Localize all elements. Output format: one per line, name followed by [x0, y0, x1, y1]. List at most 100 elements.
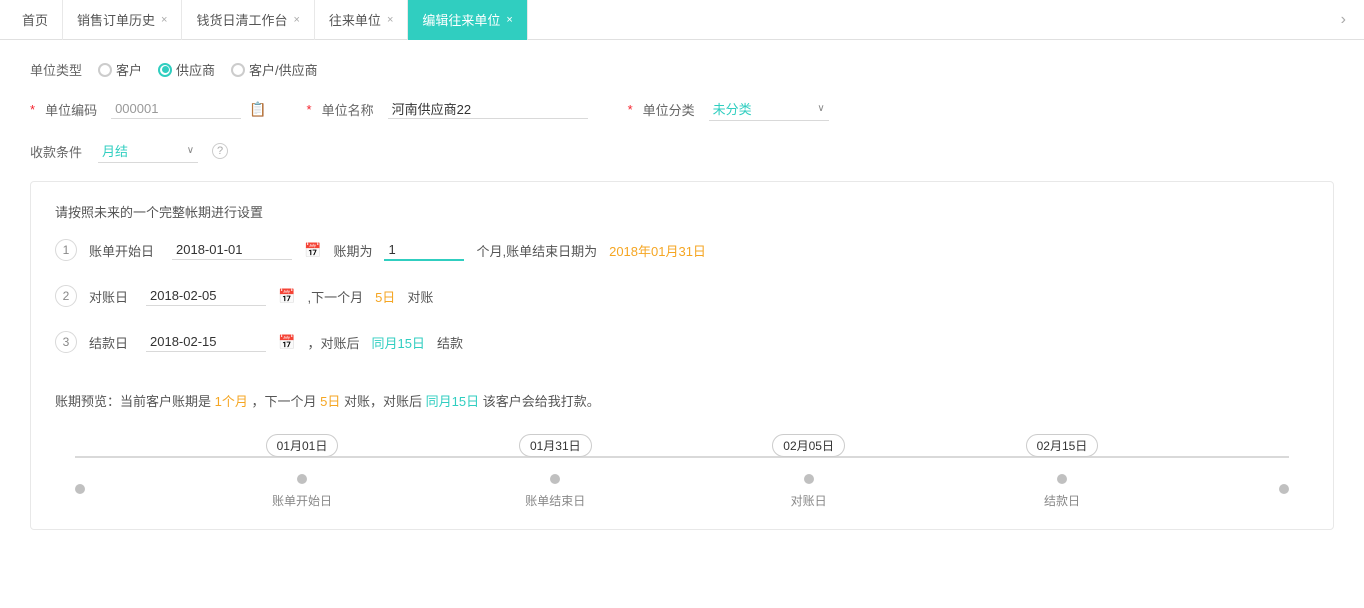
preview-section: 账期预览：当前客户账期是 1个月 ，下一个月 5日 对账，对账后 同月15日 该… — [55, 377, 1309, 509]
step-3-row: 3 结款日 📅 ，对账后 同月15日 结款 — [55, 331, 1309, 353]
radio-customer-circle — [98, 63, 112, 77]
unit-category-value: 未分类 — [713, 99, 814, 118]
preview-part2: 5日 — [320, 394, 340, 409]
unit-name-field: * 单位名称 — [307, 99, 588, 119]
unit-code-label: 单位编码 — [45, 100, 97, 119]
tab-home[interactable]: 首页 — [8, 0, 63, 40]
unit-code-copy-icon[interactable]: 📋 — [249, 101, 266, 118]
step-3-suffix-post: 结款 — [437, 333, 463, 352]
timeline-node-4-label: 结款日 — [1044, 492, 1080, 509]
step-1-period-label: 账期为 — [333, 241, 372, 260]
tab-sales-order-history[interactable]: 销售订单历史 × — [63, 0, 182, 40]
tab-close-partner-units[interactable]: × — [387, 14, 393, 26]
timeline-node-3-dot — [804, 474, 814, 484]
unit-name-required-star: * — [307, 102, 312, 117]
step-2-calendar-icon[interactable]: 📅 — [278, 288, 295, 305]
step-1-date-input[interactable] — [172, 240, 292, 260]
preview-part3: 同月15日 — [426, 394, 479, 409]
timeline-node-3-date: 02月05日 — [772, 434, 845, 457]
step-2-suffix-pre: ,下一个月 — [307, 287, 363, 306]
radio-customer-label: 客户 — [116, 60, 142, 79]
step-1-period-input[interactable] — [384, 240, 464, 261]
step-1-period-end: 2018年01月31日 — [609, 241, 706, 260]
preview-suffix: 该客户会给我打款。 — [483, 394, 600, 409]
step-2-date-input[interactable] — [146, 286, 266, 306]
step-3-suffix-highlight: 同月15日 — [371, 333, 424, 352]
radio-customer-supplier[interactable]: 客户/供应商 — [231, 60, 318, 79]
radio-customer-supplier-label: 客户/供应商 — [249, 60, 318, 79]
tab-edit-partner[interactable]: 编辑往来单位 × — [408, 0, 527, 40]
step-1-number: 1 — [55, 239, 77, 261]
timeline-nodes: 01月01日 账单开始日 01月31日 账单结束日 02月05日 — [75, 434, 1289, 509]
preview-text: 账期预览：当前客户账期是 1个月 ，下一个月 5日 对账，对账后 同月15日 该… — [55, 391, 1309, 410]
billing-panel: 请按照未来的一个完整帐期进行设置 1 账单开始日 📅 账期为 个月,账单结束日期… — [30, 181, 1334, 530]
step-3-date-input[interactable] — [146, 332, 266, 352]
timeline-node-1-dot — [297, 474, 307, 484]
step-3-calendar-icon[interactable]: 📅 — [278, 334, 295, 351]
step-2-suffix-highlight: 5日 — [375, 287, 395, 306]
radio-supplier[interactable]: 供应商 — [158, 60, 215, 79]
tab-cash-reconciliation[interactable]: 钱货日清工作台 × — [182, 0, 314, 40]
timeline-node-4-dot — [1057, 474, 1067, 484]
unit-name-input[interactable] — [388, 99, 588, 119]
tab-close-cash-reconciliation[interactable]: × — [293, 14, 299, 26]
preview-connector1: ，下一个月 — [252, 394, 317, 409]
tab-partner-units[interactable]: 往来单位 × — [315, 0, 408, 40]
step-2-number: 2 — [55, 285, 77, 307]
tab-close-sales-order-history[interactable]: × — [161, 14, 167, 26]
preview-connector2: 对账，对账后 — [344, 394, 422, 409]
unit-code-field: * 单位编码 📋 — [30, 99, 267, 119]
radio-supplier-circle — [158, 63, 172, 77]
step-1-period-unit: 个月,账单结束日期为 — [476, 241, 597, 260]
timeline-node-2: 01月31日 账单结束日 — [519, 434, 592, 509]
timeline-node-4: 02月15日 结款日 — [1026, 434, 1099, 509]
unit-type-label: 单位类型 — [30, 60, 82, 79]
timeline-node-2-dot — [550, 474, 560, 484]
timeline-node-1-label: 账单开始日 — [272, 492, 332, 509]
timeline-node-2-label: 账单结束日 — [525, 492, 585, 509]
unit-name-label: 单位名称 — [322, 100, 374, 119]
panel-hint: 请按照未来的一个完整帐期进行设置 — [55, 202, 1309, 221]
unit-category-chevron-icon: ∨ — [817, 103, 824, 114]
tabs-expand-button[interactable]: › — [1331, 11, 1356, 29]
preview-part1: 1个月 — [215, 394, 248, 409]
unit-category-select[interactable]: 未分类 ∨ — [709, 97, 829, 121]
payment-terms-chevron-icon: ∨ — [187, 145, 194, 156]
radio-customer[interactable]: 客户 — [98, 60, 142, 79]
step-2-row: 2 对账日 📅 ,下一个月 5日 对账 — [55, 285, 1309, 307]
payment-terms-value: 月结 — [102, 141, 183, 160]
preview-prefix: 账期预览：当前客户账期是 — [55, 394, 211, 409]
unit-code-required-star: * — [30, 102, 35, 117]
step-3-suffix-pre: ，对账后 — [307, 333, 359, 352]
step-3-label: 结款日 — [89, 333, 128, 352]
payment-terms-help-icon[interactable]: ? — [212, 143, 228, 159]
unit-category-required-star: * — [628, 102, 633, 117]
unit-info-row: * 单位编码 📋 * 单位名称 * 单位分类 未分类 ∨ — [30, 97, 1334, 121]
payment-terms-label: 收款条件 — [30, 142, 82, 161]
timeline-node-1: 01月01日 账单开始日 — [266, 434, 339, 509]
step-2-label: 对账日 — [89, 287, 128, 306]
unit-type-radio-group: 客户 供应商 客户/供应商 — [98, 60, 318, 79]
timeline-node-1-date: 01月01日 — [266, 434, 339, 457]
unit-category-label: 单位分类 — [643, 100, 695, 119]
timeline-start-dot — [75, 484, 85, 494]
step-1-calendar-icon[interactable]: 📅 — [304, 242, 321, 259]
tabs-bar: 首页 销售订单历史 × 钱货日清工作台 × 往来单位 × 编辑往来单位 × › — [0, 0, 1364, 40]
step-3-number: 3 — [55, 331, 77, 353]
radio-customer-supplier-circle — [231, 63, 245, 77]
timeline-node-3: 02月05日 对账日 — [772, 434, 845, 509]
timeline-end-dot — [1279, 484, 1289, 494]
step-1-row: 1 账单开始日 📅 账期为 个月,账单结束日期为 2018年01月31日 — [55, 239, 1309, 261]
page-content: 单位类型 客户 供应商 客户/供应商 * 单位编码 📋 * 单位名称 — [0, 40, 1364, 608]
payment-terms-select[interactable]: 月结 ∨ — [98, 139, 198, 163]
radio-supplier-label: 供应商 — [176, 60, 215, 79]
timeline-node-2-date: 01月31日 — [519, 434, 592, 457]
payment-terms-row: 收款条件 月结 ∨ ? — [30, 139, 1334, 163]
timeline-node-4-date: 02月15日 — [1026, 434, 1099, 457]
timeline-container: 01月01日 账单开始日 01月31日 账单结束日 02月05日 — [55, 434, 1309, 509]
tab-close-edit-partner[interactable]: × — [506, 14, 512, 26]
unit-code-input[interactable] — [111, 99, 241, 119]
step-2-suffix-post: 对账 — [407, 287, 433, 306]
timeline-node-3-label: 对账日 — [791, 492, 827, 509]
unit-category-field: * 单位分类 未分类 ∨ — [628, 97, 829, 121]
